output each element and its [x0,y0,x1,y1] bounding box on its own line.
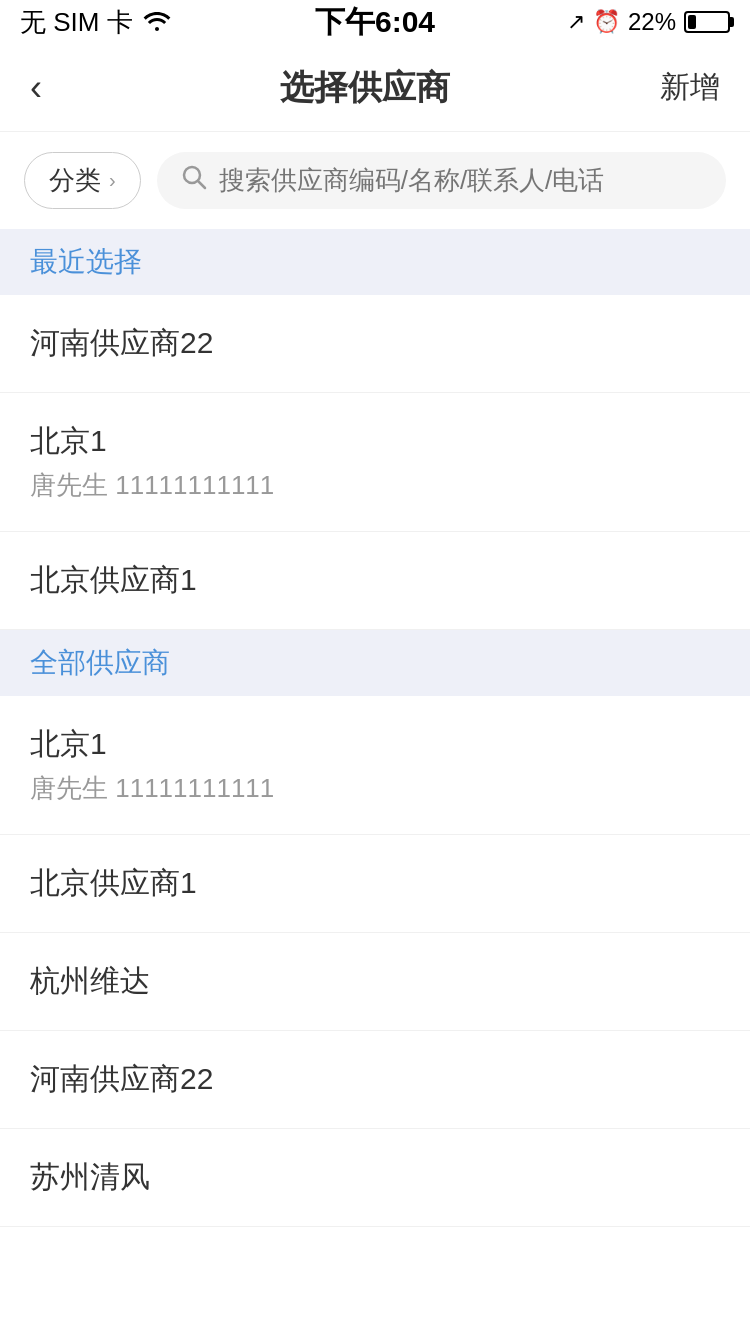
page-title: 选择供应商 [280,65,450,111]
list-item[interactable]: 北京供应商1 [0,532,750,630]
all-section-header: 全部供应商 [0,630,750,696]
battery-percent: 22% [628,8,676,36]
item-sub: 唐先生 11111111111 [30,468,720,503]
item-name: 北京1 [30,421,720,462]
alarm-icon: ⏰ [593,9,620,35]
list-item[interactable]: 苏州清风 [0,1129,750,1227]
item-name: 杭州维达 [30,961,720,1002]
category-button[interactable]: 分类 › [24,152,141,209]
search-icon [181,164,207,197]
wifi-icon [143,7,171,38]
back-button[interactable]: ‹ [30,67,90,109]
status-bar: 无 SIM 卡 下午6:04 ↗ ⏰ 22% [0,0,750,44]
sim-text: 无 SIM 卡 [20,5,133,40]
nav-bar: ‹ 选择供应商 新增 [0,44,750,132]
status-right: ↗ ⏰ 22% [567,8,730,36]
filter-bar: 分类 › [0,132,750,229]
recent-list: 河南供应商22 北京1 唐先生 11111111111 北京供应商1 [0,295,750,630]
search-input[interactable] [219,165,702,196]
battery-icon [684,11,730,33]
all-list: 北京1 唐先生 11111111111 北京供应商1 杭州维达河南供应商22 苏州清风 [0,696,750,1227]
item-name: 北京供应商1 [30,863,720,904]
battery-fill [688,15,696,29]
list-item[interactable]: 河南供应商22 [0,295,750,393]
item-name: 河南供应商22 [30,323,720,364]
category-label: 分类 [49,163,101,198]
list-item[interactable]: 杭州维达 [0,933,750,1031]
item-name: 北京1 [30,724,720,765]
list-item[interactable]: 河南供应商22 [0,1031,750,1129]
item-name: 北京供应商1 [30,560,720,601]
svg-line-1 [198,181,205,188]
item-name: 河南供应商22 [30,1059,720,1100]
list-item[interactable]: 北京供应商1 [0,835,750,933]
list-item[interactable]: 北京1 唐先生 11111111111 [0,696,750,835]
location-icon: ↗ [567,9,585,35]
chevron-right-icon: › [109,169,116,192]
add-button[interactable]: 新增 [640,67,720,108]
list-item[interactable]: 北京1 唐先生 11111111111 [0,393,750,532]
item-name: 苏州清风 [30,1157,720,1198]
item-sub: 唐先生 11111111111 [30,771,720,806]
status-left: 无 SIM 卡 [20,5,171,40]
search-box [157,152,726,209]
recent-section-header: 最近选择 [0,229,750,295]
status-time: 下午6:04 [315,2,435,43]
